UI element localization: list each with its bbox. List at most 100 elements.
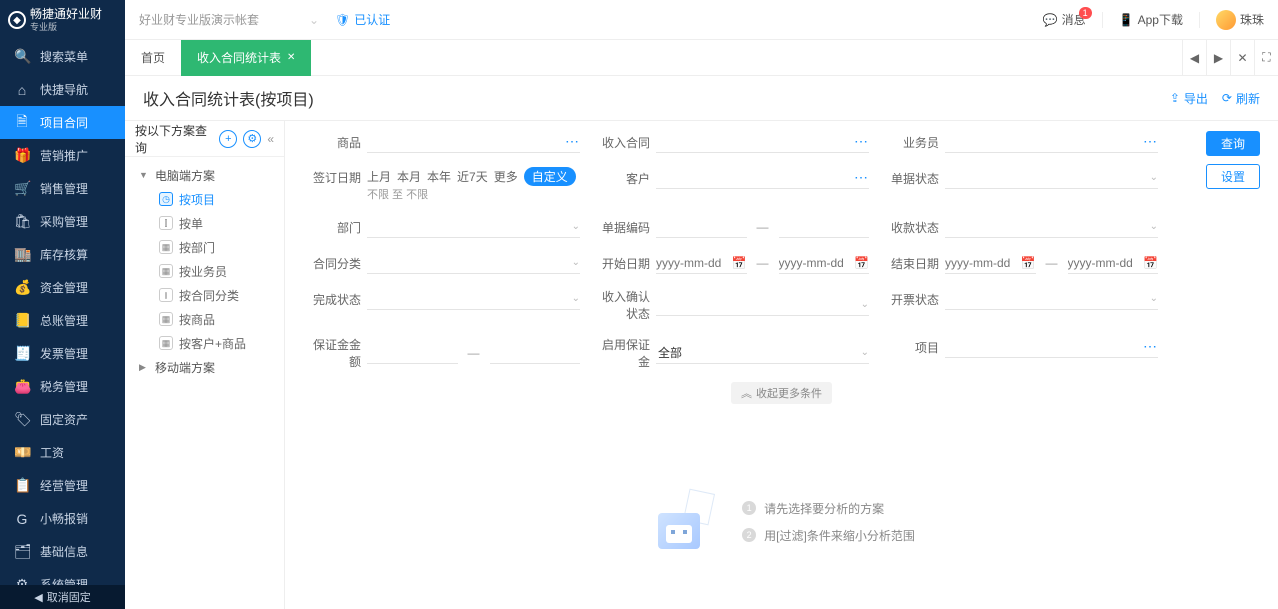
app-download-button[interactable]: 📱 App下载	[1119, 11, 1183, 28]
project-input[interactable]: ⋯	[945, 336, 1158, 358]
sidebar-item-search[interactable]: 🔍搜索菜单	[0, 40, 125, 73]
refresh-icon: ⟳	[1222, 91, 1232, 105]
tree-node-by-project[interactable]: ◷按项目	[125, 187, 284, 211]
range-dash: —	[753, 220, 773, 234]
collect-status-select[interactable]: ⌄	[945, 216, 1158, 238]
gear-icon: ⚙	[14, 576, 30, 585]
more-icon[interactable]: ⋯	[854, 169, 869, 186]
date-quick-7days[interactable]: 近7天	[457, 168, 488, 185]
calendar-icon[interactable]: 📅	[1021, 256, 1036, 270]
sidebar-item-funds[interactable]: 💰资金管理	[0, 271, 125, 304]
sidebar-item-ledger[interactable]: 📒总账管理	[0, 304, 125, 337]
date-quick-more[interactable]: 更多	[494, 168, 518, 185]
tab-prev-button[interactable]: ◀	[1182, 40, 1206, 76]
app-download-label: App下载	[1138, 11, 1183, 28]
range-dash: —	[464, 346, 484, 360]
tab-income-contract-report[interactable]: 收入合同统计表 ✕	[181, 40, 311, 76]
deposit-to-input[interactable]	[490, 342, 581, 364]
tab-next-button[interactable]: ▶	[1206, 40, 1230, 76]
complete-status-select[interactable]: ⌄	[367, 288, 580, 310]
date-quick-this-year[interactable]: 本年	[427, 168, 451, 185]
tree-node-mobile[interactable]: ▶移动端方案	[125, 355, 284, 379]
tree-node-by-dept[interactable]: ▦按部门	[125, 235, 284, 259]
query-button[interactable]: 查询	[1206, 131, 1260, 156]
sidebar-item-salary[interactable]: 💴工资	[0, 436, 125, 469]
sidebar-item-assets[interactable]: 🏷固定资产	[0, 403, 125, 436]
field-label: 业务员	[881, 134, 939, 151]
messages-button[interactable]: 💬 消息 1	[1043, 11, 1086, 28]
sidebar-item-purchase[interactable]: 🛍采购管理	[0, 205, 125, 238]
tree-node-by-product[interactable]: ▦按商品	[125, 307, 284, 331]
product-input[interactable]: ⋯	[367, 131, 580, 153]
tree-node-pc[interactable]: ▼电脑端方案	[125, 163, 284, 187]
export-button[interactable]: ⇪导出	[1170, 90, 1208, 107]
more-icon[interactable]: ⋯	[1143, 338, 1158, 355]
sales-input[interactable]: ⋯	[945, 131, 1158, 153]
tree-node-by-sales[interactable]: ▦按业务员	[125, 259, 284, 283]
sidebar-item-label: 快捷导航	[40, 81, 88, 98]
more-icon[interactable]: ⋯	[854, 133, 869, 150]
calendar-icon[interactable]: 📅	[732, 256, 747, 270]
tree-node-by-doc[interactable]: ⫿按单	[125, 211, 284, 235]
doc-no-from-input[interactable]	[656, 216, 747, 238]
doc-no-to-input[interactable]	[779, 216, 870, 238]
export-label: 导出	[1184, 90, 1208, 107]
scheme-collapse-button[interactable]: «	[267, 132, 274, 146]
date-quick-last-month[interactable]: 上月	[367, 168, 391, 185]
tree-node-by-category[interactable]: ⫾按合同分类	[125, 283, 284, 307]
field-label: 单据状态	[881, 170, 939, 187]
sidebar-item-basicinfo[interactable]: 🗂基础信息	[0, 535, 125, 568]
sidebar-item-marketing[interactable]: 🎁营销推广	[0, 139, 125, 172]
sidebar-item-project-contract[interactable]: 🗎项目合同	[0, 106, 125, 139]
chevron-down-icon: ⌄	[572, 257, 580, 268]
start-date-from-input[interactable]: 📅	[656, 252, 747, 274]
collapse-conditions-button[interactable]: ︽收起更多条件	[731, 382, 832, 404]
sidebar-item-tax[interactable]: 👛税务管理	[0, 370, 125, 403]
sidebar-item-quicknav[interactable]: ⌂快捷导航	[0, 73, 125, 106]
user-menu[interactable]: 珠珠	[1216, 10, 1264, 30]
customer-input[interactable]: ⋯	[656, 167, 869, 189]
field-label: 客户	[592, 170, 650, 187]
dept-select[interactable]: ⌄	[367, 216, 580, 238]
date-quick-this-month[interactable]: 本月	[397, 168, 421, 185]
end-date-from-input[interactable]: 📅	[945, 252, 1036, 274]
income-contract-input[interactable]: ⋯	[656, 131, 869, 153]
more-icon[interactable]: ⋯	[565, 133, 580, 150]
sidebar-item-operation[interactable]: 📋经营管理	[0, 469, 125, 502]
message-icon: 💬	[1043, 13, 1058, 27]
settings-button[interactable]: 设置	[1206, 164, 1260, 189]
contract-category-select[interactable]: ⌄	[367, 252, 580, 274]
fullscreen-button[interactable]: ⛶	[1254, 40, 1278, 76]
enable-deposit-select[interactable]: 全部⌄	[656, 342, 869, 364]
sidebar-unpin-button[interactable]: ◀ 取消固定	[0, 585, 125, 609]
tab-home[interactable]: 首页	[125, 40, 181, 76]
close-icon[interactable]: ✕	[287, 52, 295, 63]
sidebar-item-expense[interactable]: G小畅报销	[0, 502, 125, 535]
chevron-down-icon: ⌄	[1150, 172, 1158, 183]
more-icon[interactable]: ⋯	[1143, 133, 1158, 150]
income-confirm-select[interactable]: ⌄	[656, 294, 869, 316]
add-scheme-button[interactable]: +	[219, 130, 237, 148]
field-label: 签订日期	[303, 169, 361, 186]
account-selector-label: 好业财专业版演示帐套	[139, 11, 259, 28]
field-sales: 业务员 ⋯	[881, 131, 1158, 153]
tab-close-all-button[interactable]: ✕	[1230, 40, 1254, 76]
refresh-button[interactable]: ⟳刷新	[1222, 90, 1260, 107]
doc-status-select[interactable]: ⌄	[945, 167, 1158, 189]
sidebar-item-invoice[interactable]: 🧾发票管理	[0, 337, 125, 370]
sidebar-item-system[interactable]: ⚙系统管理	[0, 568, 125, 585]
start-date-to-input[interactable]: 📅	[779, 252, 870, 274]
account-selector[interactable]: 好业财专业版演示帐套 ⌄	[139, 11, 319, 28]
deposit-from-input[interactable]	[367, 342, 458, 364]
invoice-status-select[interactable]: ⌄	[945, 288, 1158, 310]
end-date-to-input[interactable]: 📅	[1068, 252, 1159, 274]
calendar-icon[interactable]: 📅	[854, 256, 869, 270]
sidebar-item-sales[interactable]: 🛒销售管理	[0, 172, 125, 205]
calendar-icon[interactable]: 📅	[1143, 256, 1158, 270]
date-quick-custom[interactable]: 自定义	[524, 167, 576, 186]
sidebar-item-inventory[interactable]: 🏬库存核算	[0, 238, 125, 271]
tree-node-label: 移动端方案	[155, 359, 215, 376]
tree-node-by-customer-product[interactable]: ▦按客户+商品	[125, 331, 284, 355]
scheme-settings-button[interactable]: ⚙	[243, 130, 261, 148]
tree-node-label: 按合同分类	[179, 287, 239, 304]
